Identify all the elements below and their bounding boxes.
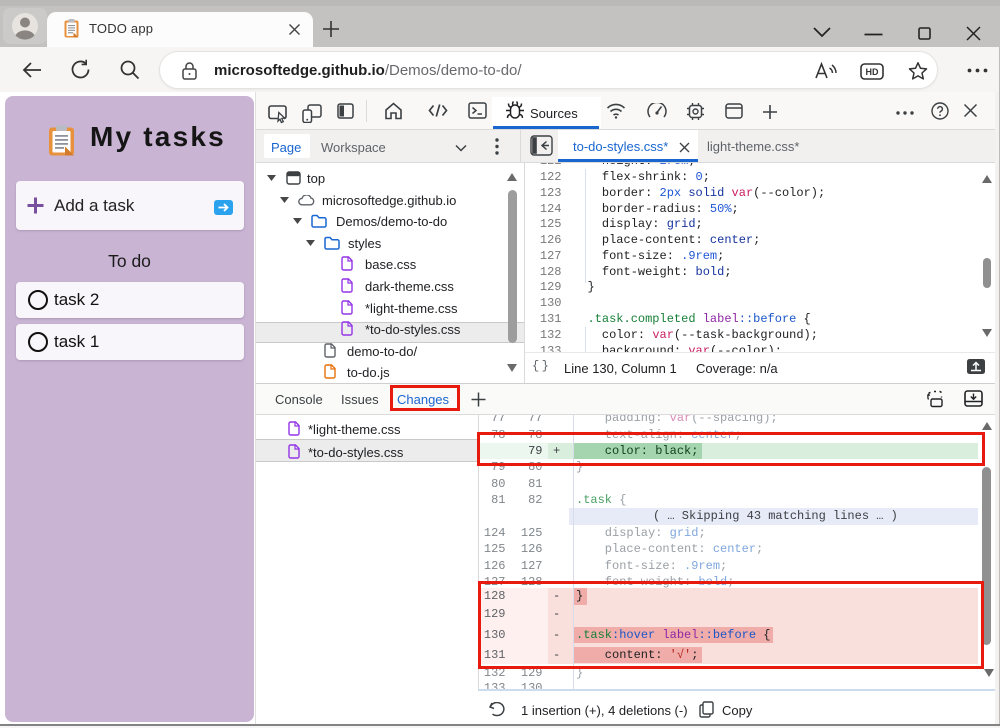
svg-text:HD: HD xyxy=(866,67,879,77)
